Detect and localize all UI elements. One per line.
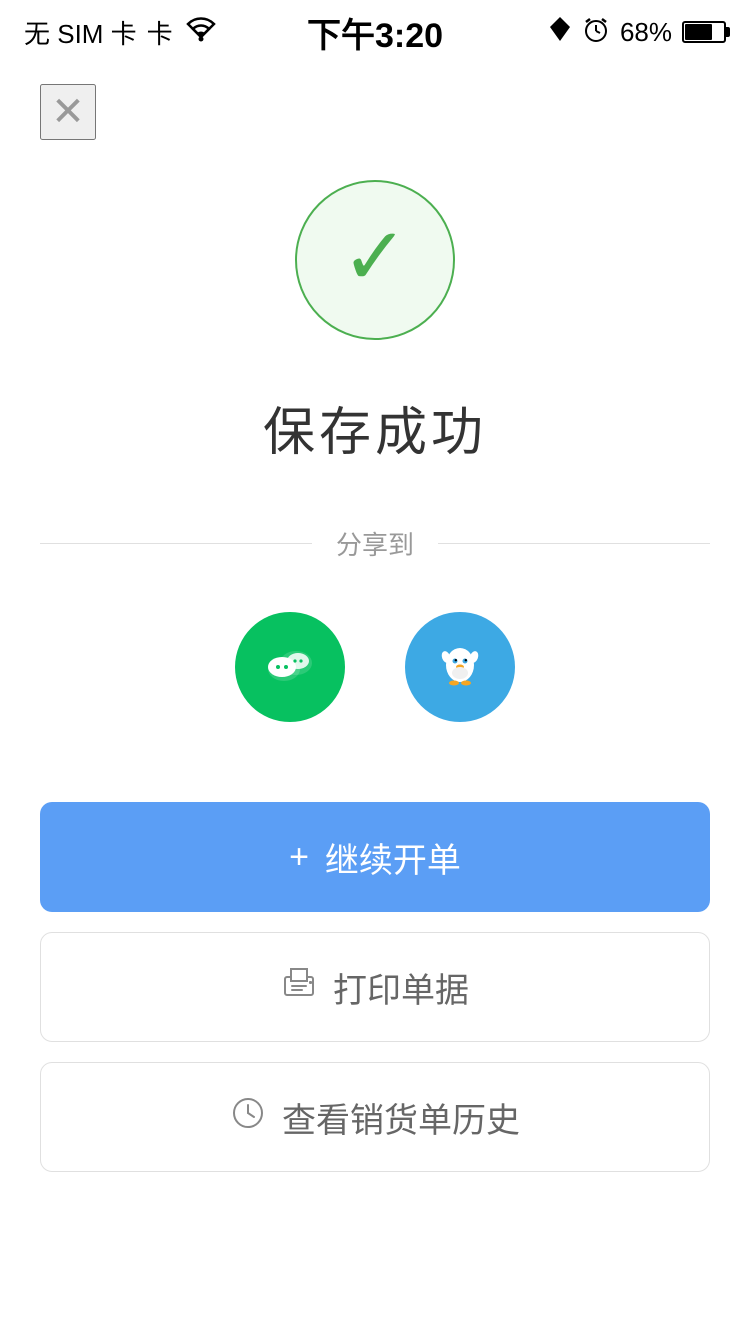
continue-order-button[interactable]: + 继续开单 (40, 802, 710, 912)
status-time: 下午3:20 (307, 8, 443, 57)
print-label: 打印单据 (333, 963, 469, 1012)
history-button[interactable]: 查看销货单历史 (40, 1062, 710, 1172)
success-title: 保存成功 (263, 390, 487, 465)
no-sim-label: 无 SIM 卡 (24, 14, 137, 51)
print-icon (281, 965, 317, 1010)
divider-line-right (438, 543, 710, 544)
sim-card-label: 卡 (147, 14, 173, 51)
status-bar: 无 SIM 卡 卡 下午3:20 (0, 0, 750, 64)
success-icon-circle: ✓ (295, 180, 455, 340)
alarm-icon (582, 15, 610, 50)
checkmark-icon: ✓ (341, 217, 408, 297)
plus-icon: + (289, 838, 309, 877)
main-content: ✕ ✓ 保存成功 分享到 (0, 64, 750, 1232)
status-left: 无 SIM 卡 卡 (24, 14, 219, 51)
action-buttons-container: + 继续开单 打印单据 (40, 802, 710, 1172)
location-icon (548, 15, 572, 50)
share-qq-button[interactable] (405, 612, 515, 722)
close-icon: ✕ (51, 92, 85, 132)
share-buttons-container (235, 612, 515, 722)
wifi-icon (183, 15, 219, 50)
share-label: 分享到 (312, 525, 438, 562)
battery-icon (682, 21, 726, 43)
battery-percent: 68% (620, 17, 672, 48)
share-wechat-button[interactable] (235, 612, 345, 722)
share-divider: 分享到 (40, 525, 710, 562)
history-label: 查看销货单历史 (282, 1093, 520, 1142)
print-button[interactable]: 打印单据 (40, 932, 710, 1042)
continue-order-label: 继续开单 (325, 833, 461, 882)
divider-line-left (40, 543, 312, 544)
status-right: 68% (548, 15, 726, 50)
close-button[interactable]: ✕ (40, 84, 96, 140)
clock-icon (230, 1095, 266, 1140)
